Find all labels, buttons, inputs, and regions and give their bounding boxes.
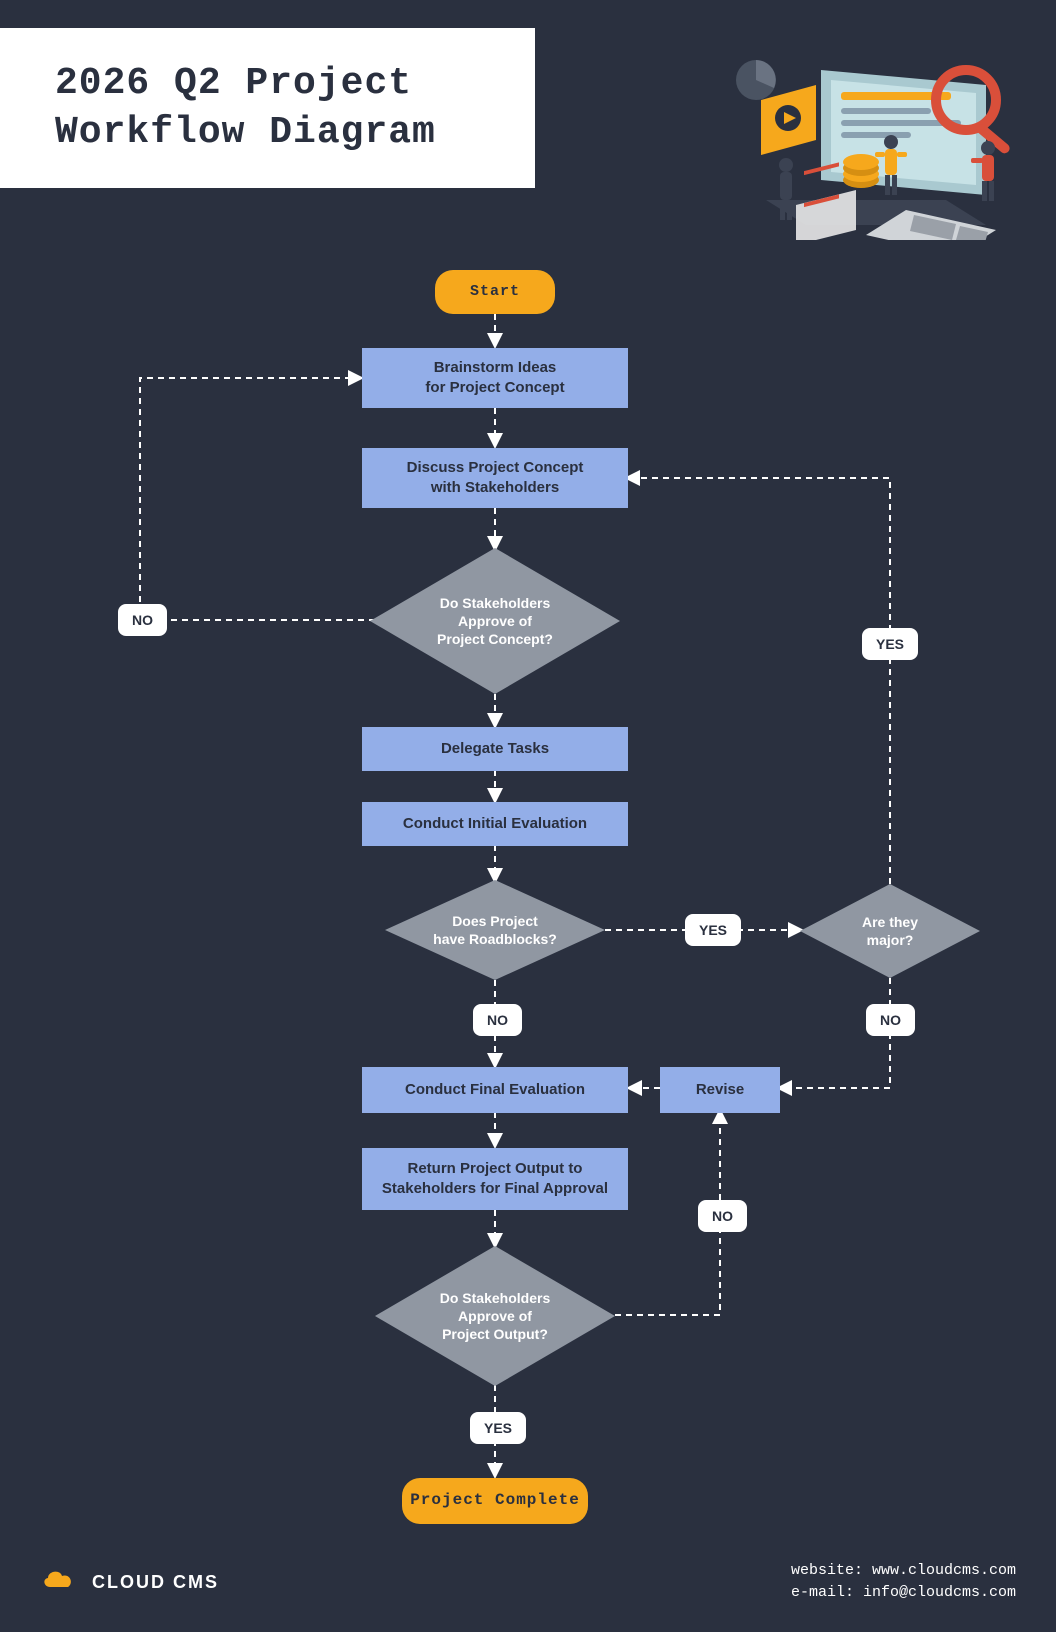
node-delegate: Delegate Tasks bbox=[362, 727, 628, 771]
node-roadblocks: Does Project have Roadblocks? bbox=[385, 880, 605, 980]
node-complete: Project Complete bbox=[402, 1478, 588, 1524]
node-discuss: Discuss Project Concept with Stakeholder… bbox=[362, 448, 628, 508]
yes-label: YES bbox=[699, 922, 727, 938]
node-revise: Revise bbox=[660, 1067, 780, 1113]
brand-name: CLOUD CMS bbox=[92, 1572, 219, 1593]
email-label: e-mail: bbox=[791, 1584, 854, 1601]
node-brainstorm: Brainstorm Ideas for Project Concept bbox=[362, 348, 628, 408]
final-eval-label: Conduct Final Evaluation bbox=[405, 1080, 585, 1100]
approve-concept-l1: Do Stakeholders bbox=[440, 595, 550, 611]
cloud-icon bbox=[40, 1567, 78, 1598]
no-label: NO bbox=[712, 1208, 733, 1224]
roadblocks-l1: Does Project bbox=[452, 913, 538, 929]
brainstorm-line2: for Project Concept bbox=[425, 379, 564, 396]
node-initial-eval: Conduct Initial Evaluation bbox=[362, 802, 628, 846]
footer: CLOUD CMS website: www.cloudcms.com e-ma… bbox=[0, 1552, 1056, 1632]
approve-concept-l2: Approve of bbox=[458, 613, 532, 629]
approve-output-l2: Approve of bbox=[458, 1308, 532, 1324]
badge-roadblocks-yes: YES bbox=[685, 914, 741, 946]
major-l1: Are they bbox=[862, 914, 918, 930]
discuss-line1: Discuss Project Concept bbox=[407, 459, 584, 476]
roadblocks-l2: have Roadblocks? bbox=[433, 931, 557, 947]
brand: CLOUD CMS bbox=[40, 1567, 219, 1598]
badge-major-no: NO bbox=[866, 1004, 915, 1036]
no-label: NO bbox=[132, 612, 153, 628]
initial-eval-label: Conduct Initial Evaluation bbox=[403, 814, 587, 834]
flowchart: Start Brainstorm Ideas for Project Conce… bbox=[0, 0, 1056, 1632]
no-label: NO bbox=[487, 1012, 508, 1028]
brainstorm-line1: Brainstorm Ideas bbox=[434, 359, 557, 376]
email-value: info@cloudcms.com bbox=[863, 1584, 1016, 1601]
approve-output-l3: Project Output? bbox=[442, 1326, 548, 1342]
node-approve-output: Do Stakeholders Approve of Project Outpu… bbox=[375, 1246, 615, 1386]
complete-label: Project Complete bbox=[410, 1490, 580, 1512]
badge-approve-concept-no: NO bbox=[118, 604, 167, 636]
website-label: website: bbox=[791, 1562, 863, 1579]
start-label: Start bbox=[470, 282, 520, 302]
major-l2: major? bbox=[867, 932, 914, 948]
discuss-line2: with Stakeholders bbox=[431, 479, 559, 496]
node-start: Start bbox=[435, 270, 555, 314]
yes-label: YES bbox=[876, 636, 904, 652]
return-output-l1: Return Project Output to bbox=[407, 1160, 582, 1177]
no-label: NO bbox=[880, 1012, 901, 1028]
revise-label: Revise bbox=[696, 1080, 744, 1100]
badge-major-yes: YES bbox=[862, 628, 918, 660]
delegate-label: Delegate Tasks bbox=[441, 739, 549, 759]
badge-roadblocks-no: NO bbox=[473, 1004, 522, 1036]
approve-concept-l3: Project Concept? bbox=[437, 631, 553, 647]
badge-approve-output-yes: YES bbox=[470, 1412, 526, 1444]
node-return-output: Return Project Output to Stakeholders fo… bbox=[362, 1148, 628, 1210]
node-major: Are they major? bbox=[800, 884, 980, 978]
contact-block: website: www.cloudcms.com e-mail: info@c… bbox=[791, 1560, 1016, 1605]
node-final-eval: Conduct Final Evaluation bbox=[362, 1067, 628, 1113]
node-approve-concept: Do Stakeholders Approve of Project Conce… bbox=[370, 548, 620, 694]
badge-approve-output-no: NO bbox=[698, 1200, 747, 1232]
yes-label: YES bbox=[484, 1420, 512, 1436]
return-output-l2: Stakeholders for Final Approval bbox=[382, 1180, 608, 1197]
website-value: www.cloudcms.com bbox=[872, 1562, 1016, 1579]
approve-output-l1: Do Stakeholders bbox=[440, 1290, 550, 1306]
